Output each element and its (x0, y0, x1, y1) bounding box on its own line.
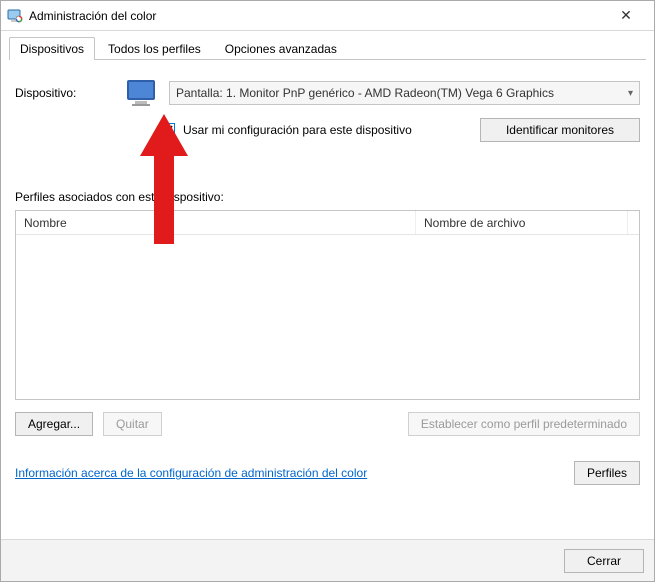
button-label: Cerrar (587, 554, 621, 568)
column-header-file[interactable]: Nombre de archivo (416, 211, 627, 234)
profile-list-header: Nombre Nombre de archivo (16, 211, 639, 235)
button-label: Identificar monitores (506, 123, 614, 137)
config-row: Usar mi configuración para este disposit… (161, 118, 640, 142)
column-header-name[interactable]: Nombre (16, 211, 416, 234)
column-label: Nombre (24, 216, 67, 230)
color-management-info-link[interactable]: Información acerca de la configuración d… (15, 466, 367, 480)
device-row: Dispositivo: Pantalla: 1. Monitor PnP ge… (15, 78, 640, 108)
tab-label: Todos los perfiles (108, 42, 201, 56)
list-actions: Agregar... Quitar Establecer como perfil… (15, 412, 640, 436)
monitor-icon (125, 78, 159, 108)
app-icon (7, 8, 23, 24)
divider (15, 450, 640, 451)
profiles-button[interactable]: Perfiles (574, 461, 640, 485)
device-select[interactable]: Pantalla: 1. Monitor PnP genérico - AMD … (169, 81, 640, 105)
bottom-row: Información acerca de la configuración d… (15, 461, 640, 485)
associated-profiles-label: Perfiles asociados con este dispositivo: (15, 190, 640, 204)
column-header-end (627, 211, 639, 234)
device-select-value: Pantalla: 1. Monitor PnP genérico - AMD … (176, 86, 554, 100)
tab-label: Opciones avanzadas (225, 42, 337, 56)
column-label: Nombre de archivo (424, 216, 525, 230)
window-title: Administración del color (29, 9, 606, 23)
identify-monitors-button[interactable]: Identificar monitores (480, 118, 640, 142)
tab-dispositivos[interactable]: Dispositivos (9, 37, 95, 60)
add-button[interactable]: Agregar... (15, 412, 93, 436)
tab-opciones-avanzadas[interactable]: Opciones avanzadas (214, 37, 348, 60)
title-bar: Administración del color ✕ (1, 1, 654, 31)
chevron-down-icon: ▾ (628, 88, 633, 99)
close-button[interactable]: ✕ (606, 2, 646, 30)
profile-list[interactable]: Nombre Nombre de archivo (15, 210, 640, 400)
set-default-profile-button: Establecer como perfil predeterminado (408, 412, 640, 436)
device-label: Dispositivo: (15, 86, 115, 100)
tab-row: Dispositivos Todos los perfiles Opciones… (1, 31, 654, 60)
footer: Cerrar (1, 539, 654, 581)
close-icon: ✕ (620, 7, 632, 24)
use-my-settings-label: Usar mi configuración para este disposit… (183, 123, 412, 137)
button-label: Perfiles (587, 466, 627, 480)
button-label: Establecer como perfil predeterminado (421, 417, 627, 431)
tab-label: Dispositivos (20, 42, 84, 56)
button-label: Quitar (116, 417, 149, 431)
button-label: Agregar... (28, 417, 80, 431)
tab-todos-los-perfiles[interactable]: Todos los perfiles (97, 37, 212, 60)
use-my-settings-checkbox[interactable] (161, 123, 175, 137)
remove-button: Quitar (103, 412, 162, 436)
tab-panel: Dispositivo: Pantalla: 1. Monitor PnP ge… (1, 60, 654, 493)
close-dialog-button[interactable]: Cerrar (564, 549, 644, 573)
